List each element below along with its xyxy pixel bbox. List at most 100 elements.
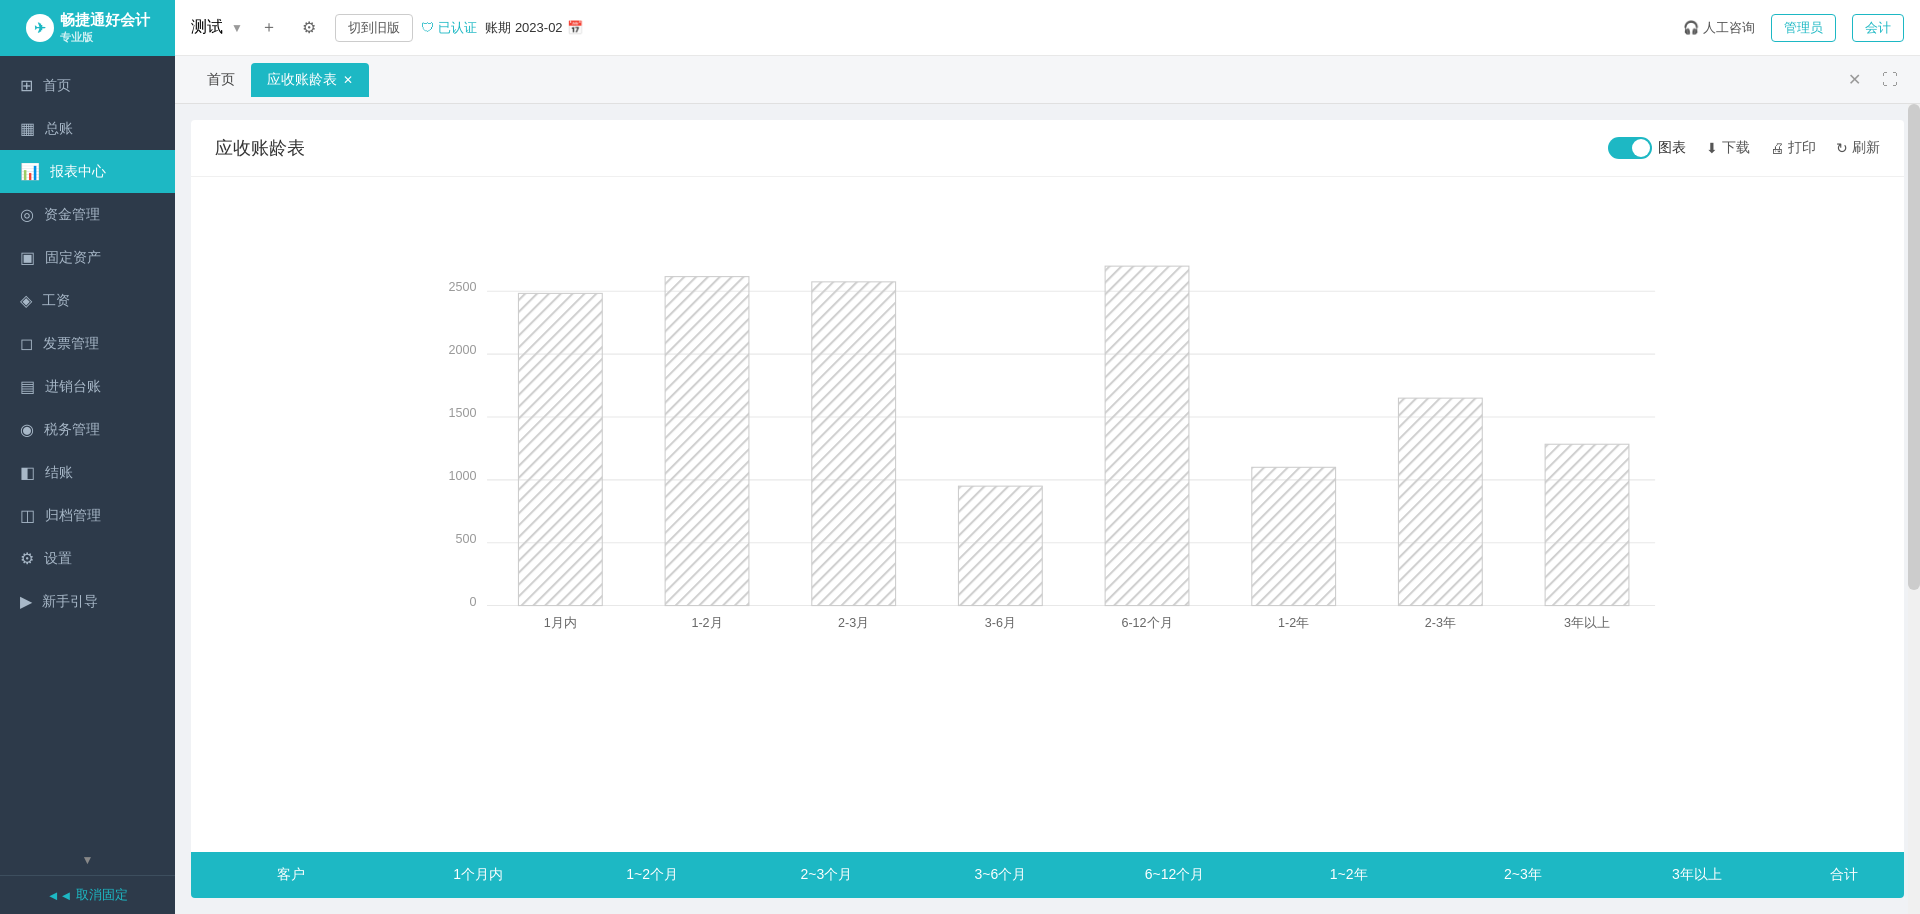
download-label: 下载	[1722, 139, 1750, 157]
topbar-actions: ＋ ⚙ 切到旧版	[255, 14, 413, 42]
period-value: 2023-02	[515, 20, 563, 35]
settings-button[interactable]: ⚙	[295, 14, 323, 42]
support-button[interactable]: 🎧 人工咨询	[1683, 19, 1755, 37]
tab-home-label: 首页	[207, 71, 235, 89]
admin-button[interactable]: 管理员	[1771, 14, 1836, 42]
pin-icon: ◄◄	[47, 888, 73, 903]
sidebar-label-settings: 设置	[44, 550, 72, 568]
refresh-icon: ↻	[1836, 140, 1848, 156]
add-button[interactable]: ＋	[255, 14, 283, 42]
col-3plus-year: 3年以上	[1610, 852, 1784, 898]
sidebar-item-tax[interactable]: ◉ 税务管理	[0, 408, 175, 451]
shield-icon: 🛡	[421, 20, 434, 35]
home-icon: ⊞	[20, 76, 33, 95]
col-3-6month: 3~6个月	[913, 852, 1087, 898]
svg-text:1月内: 1月内	[544, 616, 577, 630]
svg-text:0: 0	[470, 595, 477, 609]
refresh-button[interactable]: ↻ 刷新	[1836, 139, 1880, 157]
svg-text:2500: 2500	[449, 280, 477, 294]
bar-4	[958, 486, 1042, 605]
col-customer: 客户	[191, 852, 391, 898]
closing-icon: ◧	[20, 463, 35, 482]
support-label: 人工咨询	[1703, 19, 1755, 37]
col-6-12month: 6~12个月	[1088, 852, 1262, 898]
bar-3	[812, 282, 896, 606]
bar-6	[1252, 467, 1336, 605]
tab-close-button[interactable]: ✕	[1840, 66, 1868, 94]
sidebar-item-archive[interactable]: ◫ 归档管理	[0, 494, 175, 537]
col-1-2year: 1~2年	[1262, 852, 1436, 898]
sidebar-item-reports[interactable]: 📊 报表中心	[0, 150, 175, 193]
sidebar-label-archive: 归档管理	[45, 507, 101, 525]
col-2-3year: 2~3年	[1436, 852, 1610, 898]
page-title: 应收账龄表	[215, 136, 305, 160]
sidebar-label-reports: 报表中心	[50, 163, 106, 181]
sidebar: ✈ 畅捷通好会计 专业版 ⊞ 首页 ▦ 总账 📊 报表中心 ◎ 资金管理 ▣ 固…	[0, 0, 175, 914]
project-name: 测试	[191, 17, 223, 38]
bar-5	[1105, 266, 1189, 605]
headphone-icon: 🎧	[1683, 20, 1699, 35]
sidebar-label-tax: 税务管理	[44, 421, 100, 439]
svg-text:2-3年: 2-3年	[1425, 616, 1456, 630]
sidebar-label-closing: 结账	[45, 464, 73, 482]
fund-icon: ◎	[20, 205, 34, 224]
project-dropdown-icon[interactable]: ▼	[231, 21, 243, 35]
topbar: 测试 ▼ ＋ ⚙ 切到旧版 🛡 已认证 账期 2023-02 📅 🎧 人工咨询 …	[175, 0, 1920, 56]
svg-text:1000: 1000	[449, 469, 477, 483]
app-logo: ✈ 畅捷通好会计 专业版	[0, 0, 175, 56]
download-icon: ⬇	[1706, 140, 1718, 156]
scroll-down-icon: ▼	[82, 853, 94, 867]
bar-2	[665, 277, 749, 606]
sidebar-scroll-down[interactable]: ▼	[0, 845, 175, 875]
svg-text:2-3月: 2-3月	[838, 616, 869, 630]
invoice-icon: ◻	[20, 334, 33, 353]
scroll-thumb[interactable]	[1908, 104, 1920, 590]
sidebar-item-assets[interactable]: ▣ 固定资产	[0, 236, 175, 279]
sidebar-item-guide[interactable]: ▶ 新手引导	[0, 580, 175, 623]
sidebar-item-payroll[interactable]: ◈ 工资	[0, 279, 175, 322]
payroll-icon: ◈	[20, 291, 32, 310]
sidebar-item-settings[interactable]: ⚙ 设置	[0, 537, 175, 580]
sidebar-item-closing[interactable]: ◧ 结账	[0, 451, 175, 494]
svg-text:2000: 2000	[449, 343, 477, 357]
tab-ar-aging[interactable]: 应收账龄表 ✕	[251, 63, 369, 97]
svg-text:3-6月: 3-6月	[985, 616, 1016, 630]
sidebar-item-invoice[interactable]: ◻ 发票管理	[0, 322, 175, 365]
bar-1	[518, 293, 602, 605]
sidebar-item-home[interactable]: ⊞ 首页	[0, 64, 175, 107]
sales-icon: ▤	[20, 377, 35, 396]
tab-close-icon[interactable]: ✕	[343, 73, 353, 87]
right-scrollbar[interactable]	[1908, 104, 1920, 914]
svg-text:1-2月: 1-2月	[691, 616, 722, 630]
svg-text:3年以上: 3年以上	[1564, 616, 1610, 630]
period-selector[interactable]: 账期 2023-02 📅	[485, 19, 583, 37]
tab-expand-button[interactable]: ⛶	[1876, 66, 1904, 94]
guide-icon: ▶	[20, 592, 32, 611]
chart-toggle-label: 图表	[1658, 139, 1686, 157]
tab-ar-aging-label: 应收账龄表	[267, 71, 337, 89]
settings-icon: ⚙	[20, 549, 34, 568]
svg-text:500: 500	[456, 532, 477, 546]
sidebar-item-fund[interactable]: ◎ 资金管理	[0, 193, 175, 236]
sidebar-item-ledger[interactable]: ▦ 总账	[0, 107, 175, 150]
print-icon: 🖨	[1770, 140, 1784, 156]
download-button[interactable]: ⬇ 下载	[1706, 139, 1750, 157]
app-name: 畅捷通好会计	[60, 11, 150, 30]
sidebar-item-sales[interactable]: ▤ 进销台账	[0, 365, 175, 408]
cancel-fixed-button[interactable]: ◄◄ 取消固定	[0, 875, 175, 914]
chart-toggle[interactable]	[1608, 137, 1652, 159]
svg-text:1-2年: 1-2年	[1278, 616, 1309, 630]
switch-version-button[interactable]: 切到旧版	[335, 14, 413, 42]
app-edition: 专业版	[60, 30, 150, 45]
sidebar-nav: ⊞ 首页 ▦ 总账 📊 报表中心 ◎ 资金管理 ▣ 固定资产 ◈ 工资 ◻ 发票…	[0, 56, 175, 845]
col-total: 合计	[1784, 852, 1904, 898]
page-actions: 图表 ⬇ 下载 🖨 打印 ↻ 刷新	[1608, 137, 1880, 159]
ledger-icon: ▦	[20, 119, 35, 138]
sidebar-label-invoice: 发票管理	[43, 335, 99, 353]
chart-container: 0 500 1000 1500 2000 2500	[211, 197, 1884, 637]
project-selector[interactable]: 测试 ▼	[191, 17, 243, 38]
tab-home[interactable]: 首页	[191, 63, 251, 97]
reports-icon: 📊	[20, 162, 40, 181]
role-button[interactable]: 会计	[1852, 14, 1904, 42]
print-button[interactable]: 🖨 打印	[1770, 139, 1816, 157]
